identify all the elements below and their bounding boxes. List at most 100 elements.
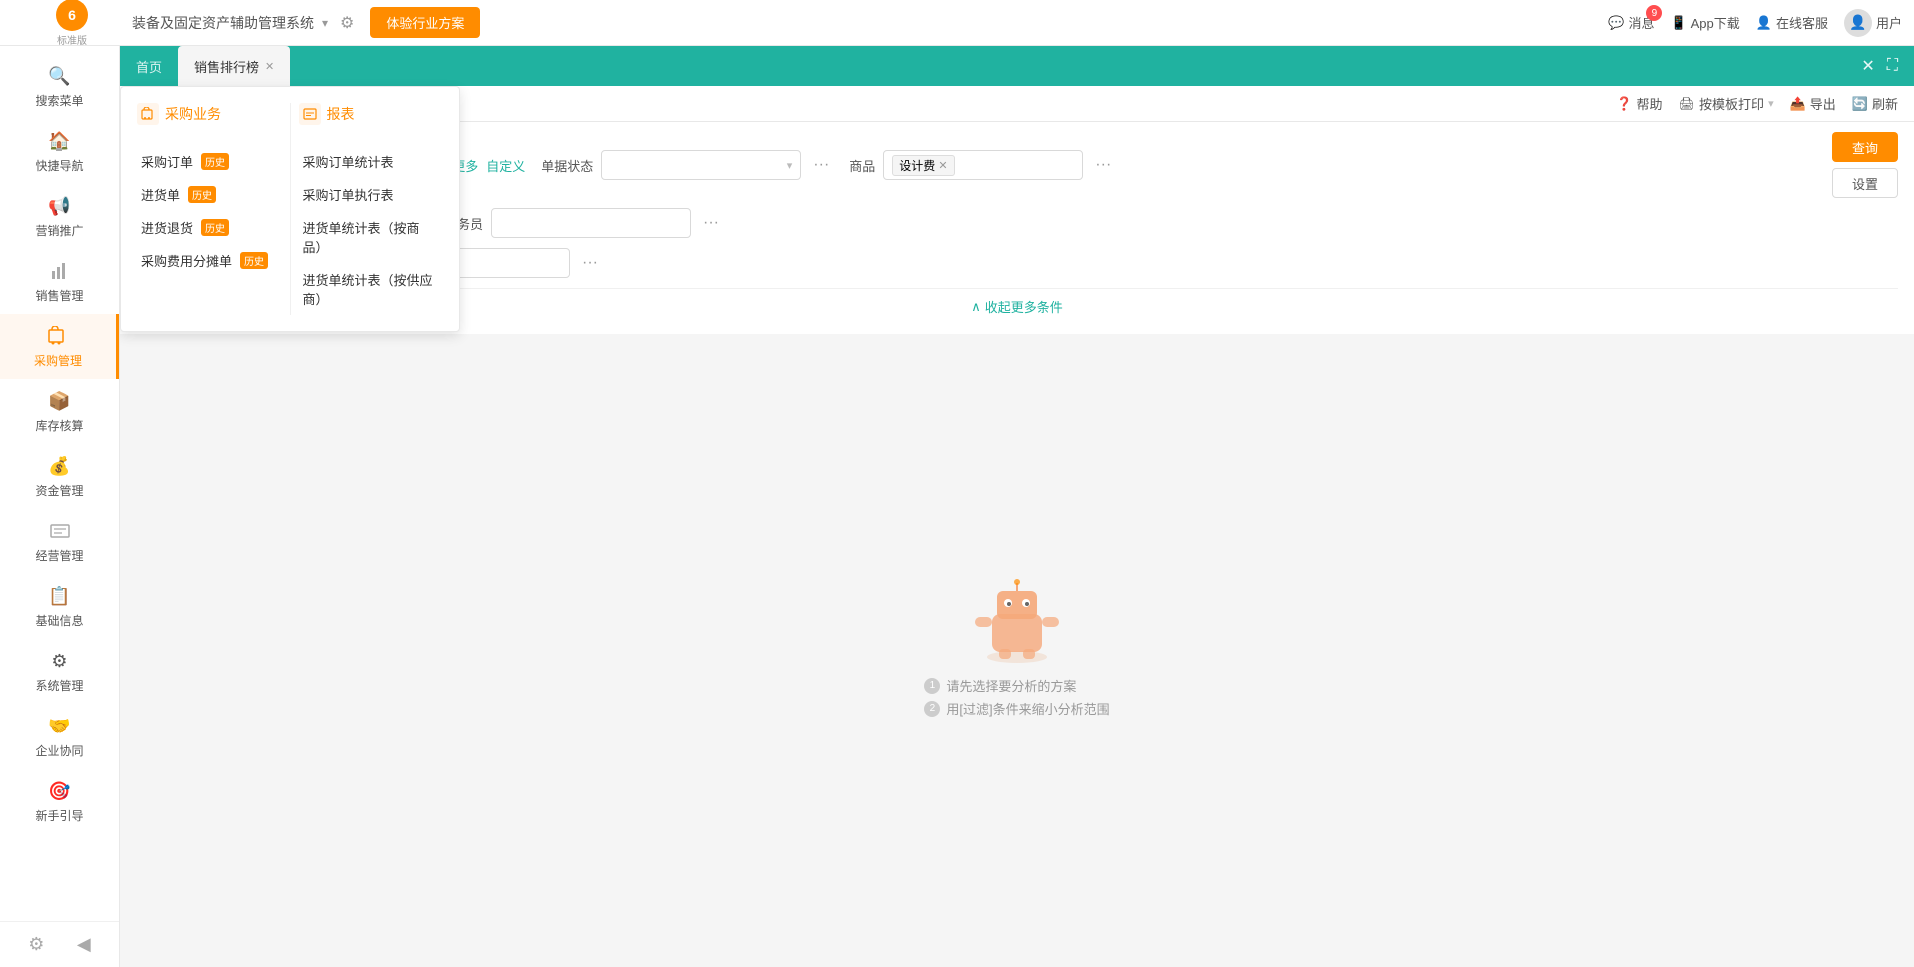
- goods-input[interactable]: 设计费 ✕: [883, 150, 1083, 180]
- dropdown-item-goods-stat-by-supplier[interactable]: 进货单统计表（按供应商）: [299, 263, 444, 315]
- dropdown-item-goods-return[interactable]: 进货退货 历史: [137, 211, 282, 244]
- tab-bar: 首页 销售排行榜 ✕ ✕ ⛶: [120, 46, 1914, 86]
- dropdown-columns: 采购业务 采购订单 历史 进货单 历史 进货退货 历史: [137, 103, 443, 315]
- dropdown-item-purchase-order[interactable]: 采购订单 历史: [137, 145, 282, 178]
- history-badge-3: 历史: [240, 252, 268, 269]
- service-icon: 👤: [1756, 15, 1772, 31]
- purchase-col-icon: [137, 103, 159, 125]
- enterprise-icon: 🤝: [48, 714, 72, 738]
- history-badge-0: 历史: [201, 153, 229, 170]
- sidebar-item-sales[interactable]: 销售管理: [0, 249, 119, 314]
- refresh-btn[interactable]: 🔄 刷新: [1852, 94, 1898, 113]
- help-icon: ❓: [1616, 96, 1632, 112]
- svg-text:6: 6: [68, 7, 76, 23]
- customer-more[interactable]: ···: [578, 254, 602, 272]
- guide-icon: 🎯: [48, 779, 72, 803]
- print-dropdown-icon[interactable]: ▾: [1768, 97, 1774, 110]
- action-btns: 查询 设置: [1832, 132, 1898, 198]
- header-right: 💬 消息 9 📱 App下载 👤 在线客服 👤 用户: [1608, 9, 1902, 37]
- dropdown-purchase-title: 采购业务: [137, 103, 282, 133]
- tab-controls: ✕ ⛶: [1857, 52, 1914, 80]
- empty-illustration: [967, 579, 1067, 664]
- top-header: 6 标准版 装备及固定资产辅助管理系统 ▾ ⚙ 体验行业方案 💬 消息 9 📱 …: [0, 0, 1914, 46]
- message-btn[interactable]: 💬 消息 9: [1608, 13, 1654, 32]
- sidebar-item-basic-info[interactable]: 📋 基础信息: [0, 574, 119, 639]
- voucher-status-filter: 单据状态 ▾ ···: [541, 150, 833, 180]
- tab-home[interactable]: 首页: [120, 46, 178, 86]
- app-download-btn[interactable]: 📱 App下载: [1670, 13, 1739, 32]
- settings-small-btn[interactable]: 设置: [1832, 168, 1898, 198]
- voucher-status-more[interactable]: ···: [809, 156, 833, 174]
- salesperson-filter: 业务员 ···: [444, 208, 723, 238]
- print-icon: 🖨: [1679, 96, 1696, 112]
- user-area[interactable]: 👤 用户: [1844, 9, 1902, 37]
- salesperson-input[interactable]: [491, 208, 691, 238]
- system-icon: ⚙: [48, 649, 72, 673]
- dropdown-item-goods-stat-by-goods[interactable]: 进货单统计表（按商品）: [299, 211, 444, 263]
- sidebar-settings-icon[interactable]: ⚙: [28, 934, 44, 955]
- sidebar-collapse-icon[interactable]: ◀: [77, 934, 91, 955]
- tab-close-icon[interactable]: ✕: [265, 60, 274, 73]
- dropdown-report-col: 报表 采购订单统计表 采购订单执行表 进货单统计表（按商品） 进货单统计表（按供…: [299, 103, 444, 315]
- tab-fullscreen-btn[interactable]: ⛶: [1883, 53, 1902, 79]
- voucher-status-label: 单据状态: [541, 156, 593, 175]
- sidebar-item-inventory[interactable]: 📦 库存核算: [0, 379, 119, 444]
- content-area: 首页 销售排行榜 ✕ ✕ ⛶ ❓ 帮助 🖨 按模板打印: [120, 46, 1914, 967]
- history-badge-2: 历史: [201, 219, 229, 236]
- goods-more[interactable]: ···: [1091, 156, 1115, 174]
- help-btn[interactable]: ❓ 帮助: [1616, 94, 1662, 113]
- export-btn[interactable]: 📤 导出: [1790, 94, 1836, 113]
- dropdown-divider: [290, 103, 291, 315]
- online-service-btn[interactable]: 👤 在线客服: [1756, 13, 1828, 32]
- header-settings-icon[interactable]: ⚙: [340, 13, 354, 33]
- empty-hint-2: 2 用[过滤]条件来缩小分析范围: [924, 699, 1109, 718]
- sidebar-footer: ⚙ ◀: [0, 921, 119, 967]
- logo-area: 6 标准版: [12, 0, 132, 47]
- goods-tag-close[interactable]: ✕: [938, 159, 947, 172]
- goods-filter: 商品 设计费 ✕ ···: [849, 150, 1115, 180]
- empty-state: 1 请先选择要分析的方案 2 用[过滤]条件来缩小分析范围: [924, 579, 1109, 722]
- dropdown-purchase-col: 采购业务 采购订单 历史 进货单 历史 进货退货 历史: [137, 103, 282, 315]
- inventory-icon: 📦: [48, 389, 72, 413]
- date-custom-link[interactable]: 自定义: [486, 156, 525, 175]
- query-btn[interactable]: 查询: [1832, 132, 1898, 162]
- sidebar: 🔍 搜索菜单 🏠 快捷导航 📢 营销推广 销售管理 采购管理 📦 库存核算: [0, 46, 120, 967]
- sidebar-item-system[interactable]: ⚙ 系统管理: [0, 639, 119, 704]
- dropdown-item-purchase-order-stat[interactable]: 采购订单统计表: [299, 145, 444, 178]
- system-title-area: 装备及固定资产辅助管理系统 ▾ ⚙ 体验行业方案: [132, 7, 1608, 38]
- export-icon: 📤: [1790, 96, 1806, 112]
- avatar: 👤: [1844, 9, 1872, 37]
- collapse-icon: ∧: [971, 299, 981, 315]
- dropdown-item-goods-receipt[interactable]: 进货单 历史: [137, 178, 282, 211]
- sidebar-item-purchase[interactable]: 采购管理: [0, 314, 119, 379]
- system-title-text: 装备及固定资产辅助管理系统: [132, 13, 314, 33]
- print-btn[interactable]: 🖨 按模板打印 ▾: [1679, 94, 1774, 113]
- sidebar-item-guide[interactable]: 🎯 新手引导: [0, 769, 119, 834]
- sidebar-item-enterprise[interactable]: 🤝 企业协同: [0, 704, 119, 769]
- search-menu-icon: 🔍: [48, 64, 72, 88]
- dropdown-report-title: 报表: [299, 103, 444, 133]
- tab-close-btn[interactable]: ✕: [1857, 52, 1878, 80]
- industry-btn[interactable]: 体验行业方案: [370, 7, 480, 38]
- dropdown-item-purchase-order-exec[interactable]: 采购订单执行表: [299, 178, 444, 211]
- system-title-dropdown[interactable]: ▾: [322, 16, 328, 30]
- logo-icon: 6: [56, 0, 88, 31]
- finance-icon: 💰: [48, 454, 72, 478]
- salesperson-more[interactable]: ···: [699, 214, 723, 232]
- empty-hint-1: 1 请先选择要分析的方案: [924, 676, 1109, 695]
- marketing-icon: 📢: [48, 194, 72, 218]
- sidebar-item-search-menu[interactable]: 🔍 搜索菜单: [0, 54, 119, 119]
- sidebar-item-marketing[interactable]: 📢 营销推广: [0, 184, 119, 249]
- dropdown-item-expense[interactable]: 采购费用分摊单 历史: [137, 244, 282, 277]
- message-icon: 💬: [1608, 15, 1624, 31]
- main-layout: 🔍 搜索菜单 🏠 快捷导航 📢 营销推广 销售管理 采购管理 📦 库存核算: [0, 46, 1914, 967]
- sidebar-item-quick-nav[interactable]: 🏠 快捷导航: [0, 119, 119, 184]
- data-area: 1 请先选择要分析的方案 2 用[过滤]条件来缩小分析范围: [120, 334, 1914, 967]
- tab-sales-ranking[interactable]: 销售排行榜 ✕: [178, 46, 290, 86]
- refresh-icon: 🔄: [1852, 96, 1868, 112]
- sidebar-item-operations[interactable]: 经营管理: [0, 509, 119, 574]
- empty-hints: 1 请先选择要分析的方案 2 用[过滤]条件来缩小分析范围: [924, 676, 1109, 722]
- report-col-icon: [299, 103, 321, 125]
- sidebar-item-finance[interactable]: 💰 资金管理: [0, 444, 119, 509]
- voucher-status-input[interactable]: ▾: [601, 150, 801, 180]
